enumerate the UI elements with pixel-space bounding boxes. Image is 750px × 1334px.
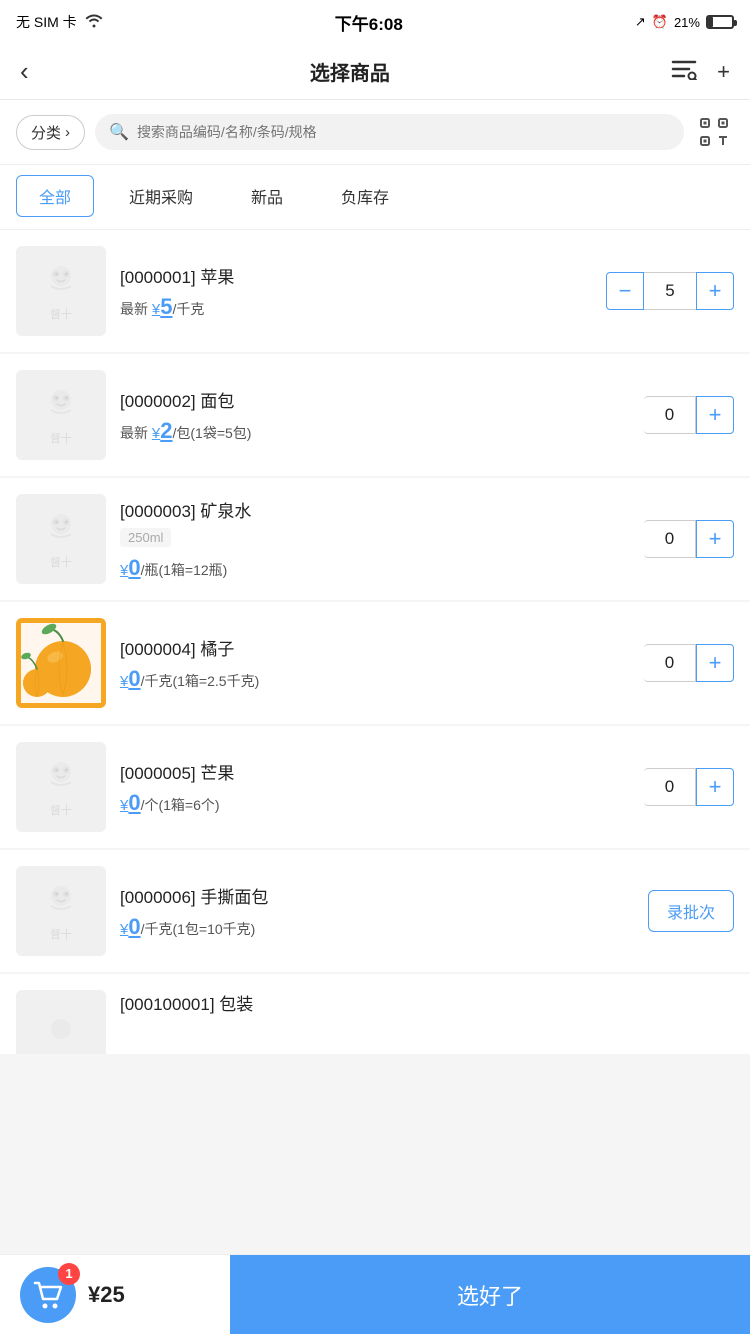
product-price: ¥0/千克(1包=10千克)	[120, 914, 634, 940]
nav-actions: +	[671, 58, 730, 86]
qty-plus-button[interactable]: +	[696, 644, 734, 682]
battery-icon	[706, 15, 734, 29]
category-button[interactable]: 分类 ›	[16, 115, 85, 150]
product-price: ¥0/瓶(1箱=12瓶)	[120, 555, 630, 581]
bottom-bar: 1 ¥25 选好了	[0, 1254, 750, 1334]
product-name: [0000004] 橘子	[120, 635, 630, 660]
qty-plus-button[interactable]: +	[696, 520, 734, 558]
cart-badge: 1	[58, 1263, 80, 1285]
product-price: 最新 ¥5/千克	[120, 294, 592, 320]
product-name: [0000005] 芒果	[120, 759, 630, 784]
filter-row: 分类 › 🔍	[0, 100, 750, 165]
qty-input[interactable]	[644, 520, 696, 558]
add-icon[interactable]: +	[717, 59, 730, 85]
product-spec: 250ml	[120, 528, 171, 547]
product-price: ¥0/千克(1箱=2.5千克)	[120, 666, 630, 692]
product-price: 最新 ¥2/包(1袋=5包)	[120, 418, 630, 444]
product-thumbnail	[16, 990, 106, 1054]
product-thumbnail: 督十	[16, 866, 106, 956]
location-icon: ↗	[635, 14, 646, 30]
cart-section: 1 ¥25	[0, 1267, 230, 1323]
product-info: [000100001] 包装	[120, 990, 734, 1021]
qty-control: 录批次	[648, 890, 734, 932]
product-item-partial: [000100001] 包装	[0, 974, 750, 1054]
product-info: [0000005] 芒果 ¥0/个(1箱=6个)	[120, 759, 630, 816]
qty-minus-button[interactable]: −	[606, 272, 644, 310]
cart-total: ¥25	[88, 1282, 125, 1308]
product-thumbnail: 督十	[16, 246, 106, 336]
qty-control: − +	[606, 272, 734, 310]
category-label: 分类	[31, 122, 61, 143]
battery-percent: 21%	[674, 15, 700, 30]
product-name: [0000006] 手撕面包	[120, 883, 634, 908]
search-icon: 🔍	[109, 122, 129, 142]
product-thumbnail: 督十	[16, 494, 106, 584]
qty-control: +	[644, 520, 734, 558]
tab-row: 全部 近期采购 新品 负库存	[0, 165, 750, 230]
qty-input[interactable]	[644, 396, 696, 434]
cart-button[interactable]: 1	[20, 1267, 76, 1323]
tab-recent[interactable]: 近期采购	[106, 175, 216, 217]
confirm-button[interactable]: 选好了	[230, 1255, 750, 1334]
product-name: [000100001] 包装	[120, 990, 734, 1015]
filter-icon[interactable]	[671, 58, 697, 86]
status-left: 无 SIM 卡	[16, 12, 103, 32]
product-item: 督十 [0000002] 面包 最新 ¥2/包(1袋=5包) +	[0, 354, 750, 476]
status-right: ↗ ⏰ 21%	[635, 14, 734, 30]
product-info: [0000002] 面包 最新 ¥2/包(1袋=5包)	[120, 387, 630, 444]
qty-control: +	[644, 396, 734, 434]
product-thumbnail	[16, 618, 106, 708]
product-item: 督十 [0000006] 手撕面包 ¥0/千克(1包=10千克) 录批次	[0, 850, 750, 972]
product-thumbnail: 督十	[16, 370, 106, 460]
batch-button[interactable]: 录批次	[648, 890, 734, 932]
wifi-icon	[85, 14, 103, 31]
tab-new[interactable]: 新品	[228, 175, 306, 217]
alarm-icon: ⏰	[652, 14, 668, 30]
qty-plus-button[interactable]: +	[696, 272, 734, 310]
product-info: [0000006] 手撕面包 ¥0/千克(1包=10千克)	[120, 883, 634, 940]
nav-bar: ‹ 选择商品 +	[0, 44, 750, 100]
product-name: [0000002] 面包	[120, 387, 630, 412]
qty-plus-button[interactable]: +	[696, 396, 734, 434]
product-price: ¥0/个(1箱=6个)	[120, 790, 630, 816]
search-input[interactable]	[137, 124, 670, 140]
qty-plus-button[interactable]: +	[696, 768, 734, 806]
search-bar-container: 🔍	[95, 114, 684, 150]
product-item: 督十 [0000001] 苹果 最新 ¥5/千克 − +	[0, 230, 750, 352]
product-list: 督十 [0000001] 苹果 最新 ¥5/千克 − +	[0, 230, 750, 1136]
carrier-text: 无 SIM 卡	[16, 12, 77, 32]
product-item: 督十 [0000003] 矿泉水 250ml ¥0/瓶(1箱=12瓶) +	[0, 478, 750, 600]
tab-all[interactable]: 全部	[16, 175, 94, 217]
product-thumbnail: 督十	[16, 742, 106, 832]
status-time: 下午6:08	[335, 10, 403, 35]
scan-button[interactable]	[694, 112, 734, 152]
product-info: [0000003] 矿泉水 250ml ¥0/瓶(1箱=12瓶)	[120, 497, 630, 581]
product-info: [0000004] 橘子 ¥0/千克(1箱=2.5千克)	[120, 635, 630, 692]
product-info: [0000001] 苹果 最新 ¥5/千克	[120, 263, 592, 320]
qty-input[interactable]	[644, 768, 696, 806]
status-bar: 无 SIM 卡 下午6:08 ↗ ⏰ 21%	[0, 0, 750, 44]
product-name: [0000001] 苹果	[120, 263, 592, 288]
page-title: 选择商品	[310, 57, 390, 86]
qty-input[interactable]	[644, 272, 696, 310]
back-button[interactable]: ‹	[20, 56, 29, 87]
product-name: [0000003] 矿泉水	[120, 497, 630, 522]
tab-negative[interactable]: 负库存	[318, 175, 412, 217]
qty-control: +	[644, 644, 734, 682]
product-item: 督十 [0000005] 芒果 ¥0/个(1箱=6个) +	[0, 726, 750, 848]
qty-control: +	[644, 768, 734, 806]
category-chevron: ›	[65, 124, 70, 141]
product-item: [0000004] 橘子 ¥0/千克(1箱=2.5千克) +	[0, 602, 750, 724]
qty-input[interactable]	[644, 644, 696, 682]
